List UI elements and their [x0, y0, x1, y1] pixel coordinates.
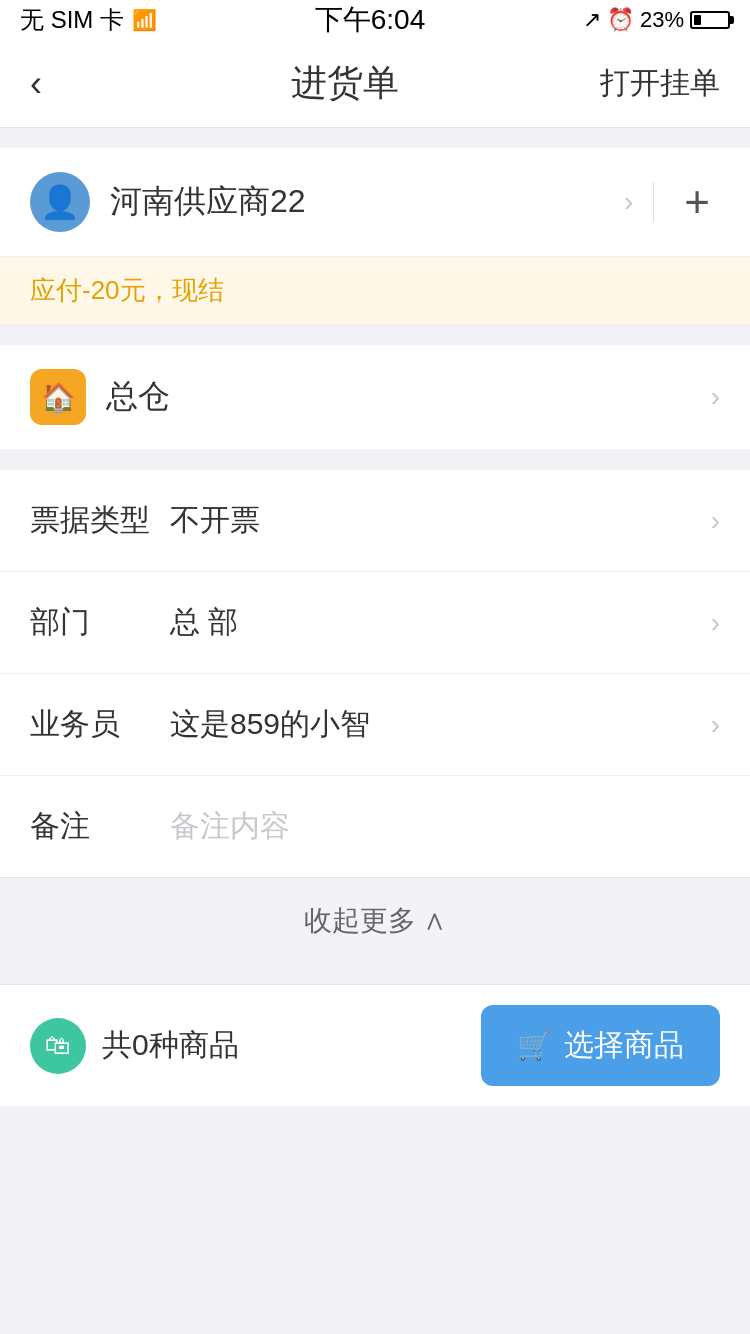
open-pending-button[interactable]: 打开挂单 [600, 63, 720, 104]
status-left: 无 SIM 卡 📶 [20, 4, 157, 36]
nav-bar: ‹ 进货单 打开挂单 [0, 40, 750, 128]
goods-count-row: 🛍 共0种商品 [30, 1018, 239, 1074]
warehouse-icon: 🏠 [41, 381, 76, 414]
goods-count-label: 共0种商品 [102, 1025, 239, 1066]
supplier-name: 河南供应商22 [110, 180, 624, 224]
status-time: 下午6:04 [315, 1, 426, 39]
select-goods-button[interactable]: 🛒 选择商品 [481, 1005, 720, 1086]
supplier-section: 👤 河南供应商22 › + 应付-20元，现结 [0, 148, 750, 325]
page-title: 进货单 [291, 59, 399, 108]
warehouse-section: 🏠 总仓 › [0, 345, 750, 449]
label-salesperson: 业务员 [30, 704, 170, 745]
warehouse-chevron-icon: › [711, 381, 720, 413]
warehouse-icon-container: 🏠 [30, 369, 86, 425]
status-right: ↗ ⏰ 23% [583, 7, 730, 33]
form-row-salesperson[interactable]: 业务员 这是859的小智 › [0, 673, 750, 775]
invoice-chevron-icon: › [711, 505, 720, 537]
form-row-department[interactable]: 部门 总 部 › [0, 571, 750, 673]
wifi-icon: 📶 [132, 8, 157, 32]
avatar-icon: 👤 [40, 183, 80, 221]
gap-4 [0, 964, 750, 984]
add-button[interactable]: + [674, 177, 720, 227]
cart-icon: 🛒 [517, 1029, 552, 1062]
location-icon: ↗ [583, 7, 601, 33]
back-button[interactable]: ‹ [30, 63, 90, 105]
salesperson-chevron-icon: › [711, 709, 720, 741]
label-department: 部门 [30, 602, 170, 643]
form-section: 票据类型 不开票 › 部门 总 部 › 业务员 这是859的小智 › 备注 备注… [0, 469, 750, 877]
avatar: 👤 [30, 172, 90, 232]
form-row-invoice[interactable]: 票据类型 不开票 › [0, 469, 750, 571]
gap-3 [0, 449, 750, 469]
shopping-bag-icon: 🛍 [45, 1030, 71, 1061]
battery-bar [690, 11, 730, 29]
department-chevron-icon: › [711, 607, 720, 639]
label-invoice-type: 票据类型 [30, 500, 170, 541]
supplier-row[interactable]: 👤 河南供应商22 › + [0, 148, 750, 257]
goods-icon-container: 🛍 [30, 1018, 86, 1074]
alarm-icon: ⏰ [607, 7, 634, 33]
divider [653, 182, 654, 222]
form-row-remark[interactable]: 备注 备注内容 [0, 775, 750, 877]
gap-1 [0, 128, 750, 148]
value-department: 总 部 [170, 602, 711, 643]
warehouse-row[interactable]: 🏠 总仓 › [0, 345, 750, 449]
select-goods-label: 选择商品 [564, 1025, 684, 1066]
page-body [0, 1106, 750, 1334]
supplier-chevron-icon: › [624, 186, 633, 218]
notice-bar: 应付-20元，现结 [0, 257, 750, 325]
label-remark: 备注 [30, 806, 170, 847]
bottom-bar: 🛍 共0种商品 🛒 选择商品 [0, 984, 750, 1106]
status-bar: 无 SIM 卡 📶 下午6:04 ↗ ⏰ 23% [0, 0, 750, 40]
placeholder-remark[interactable]: 备注内容 [170, 806, 720, 847]
collapse-bar[interactable]: 收起更多 ∧ [0, 877, 750, 964]
battery-percentage: 23% [640, 7, 684, 33]
warehouse-name: 总仓 [106, 375, 711, 419]
value-invoice-type: 不开票 [170, 500, 711, 541]
gap-2 [0, 325, 750, 345]
carrier-text: 无 SIM 卡 [20, 4, 124, 36]
value-salesperson: 这是859的小智 [170, 704, 711, 745]
